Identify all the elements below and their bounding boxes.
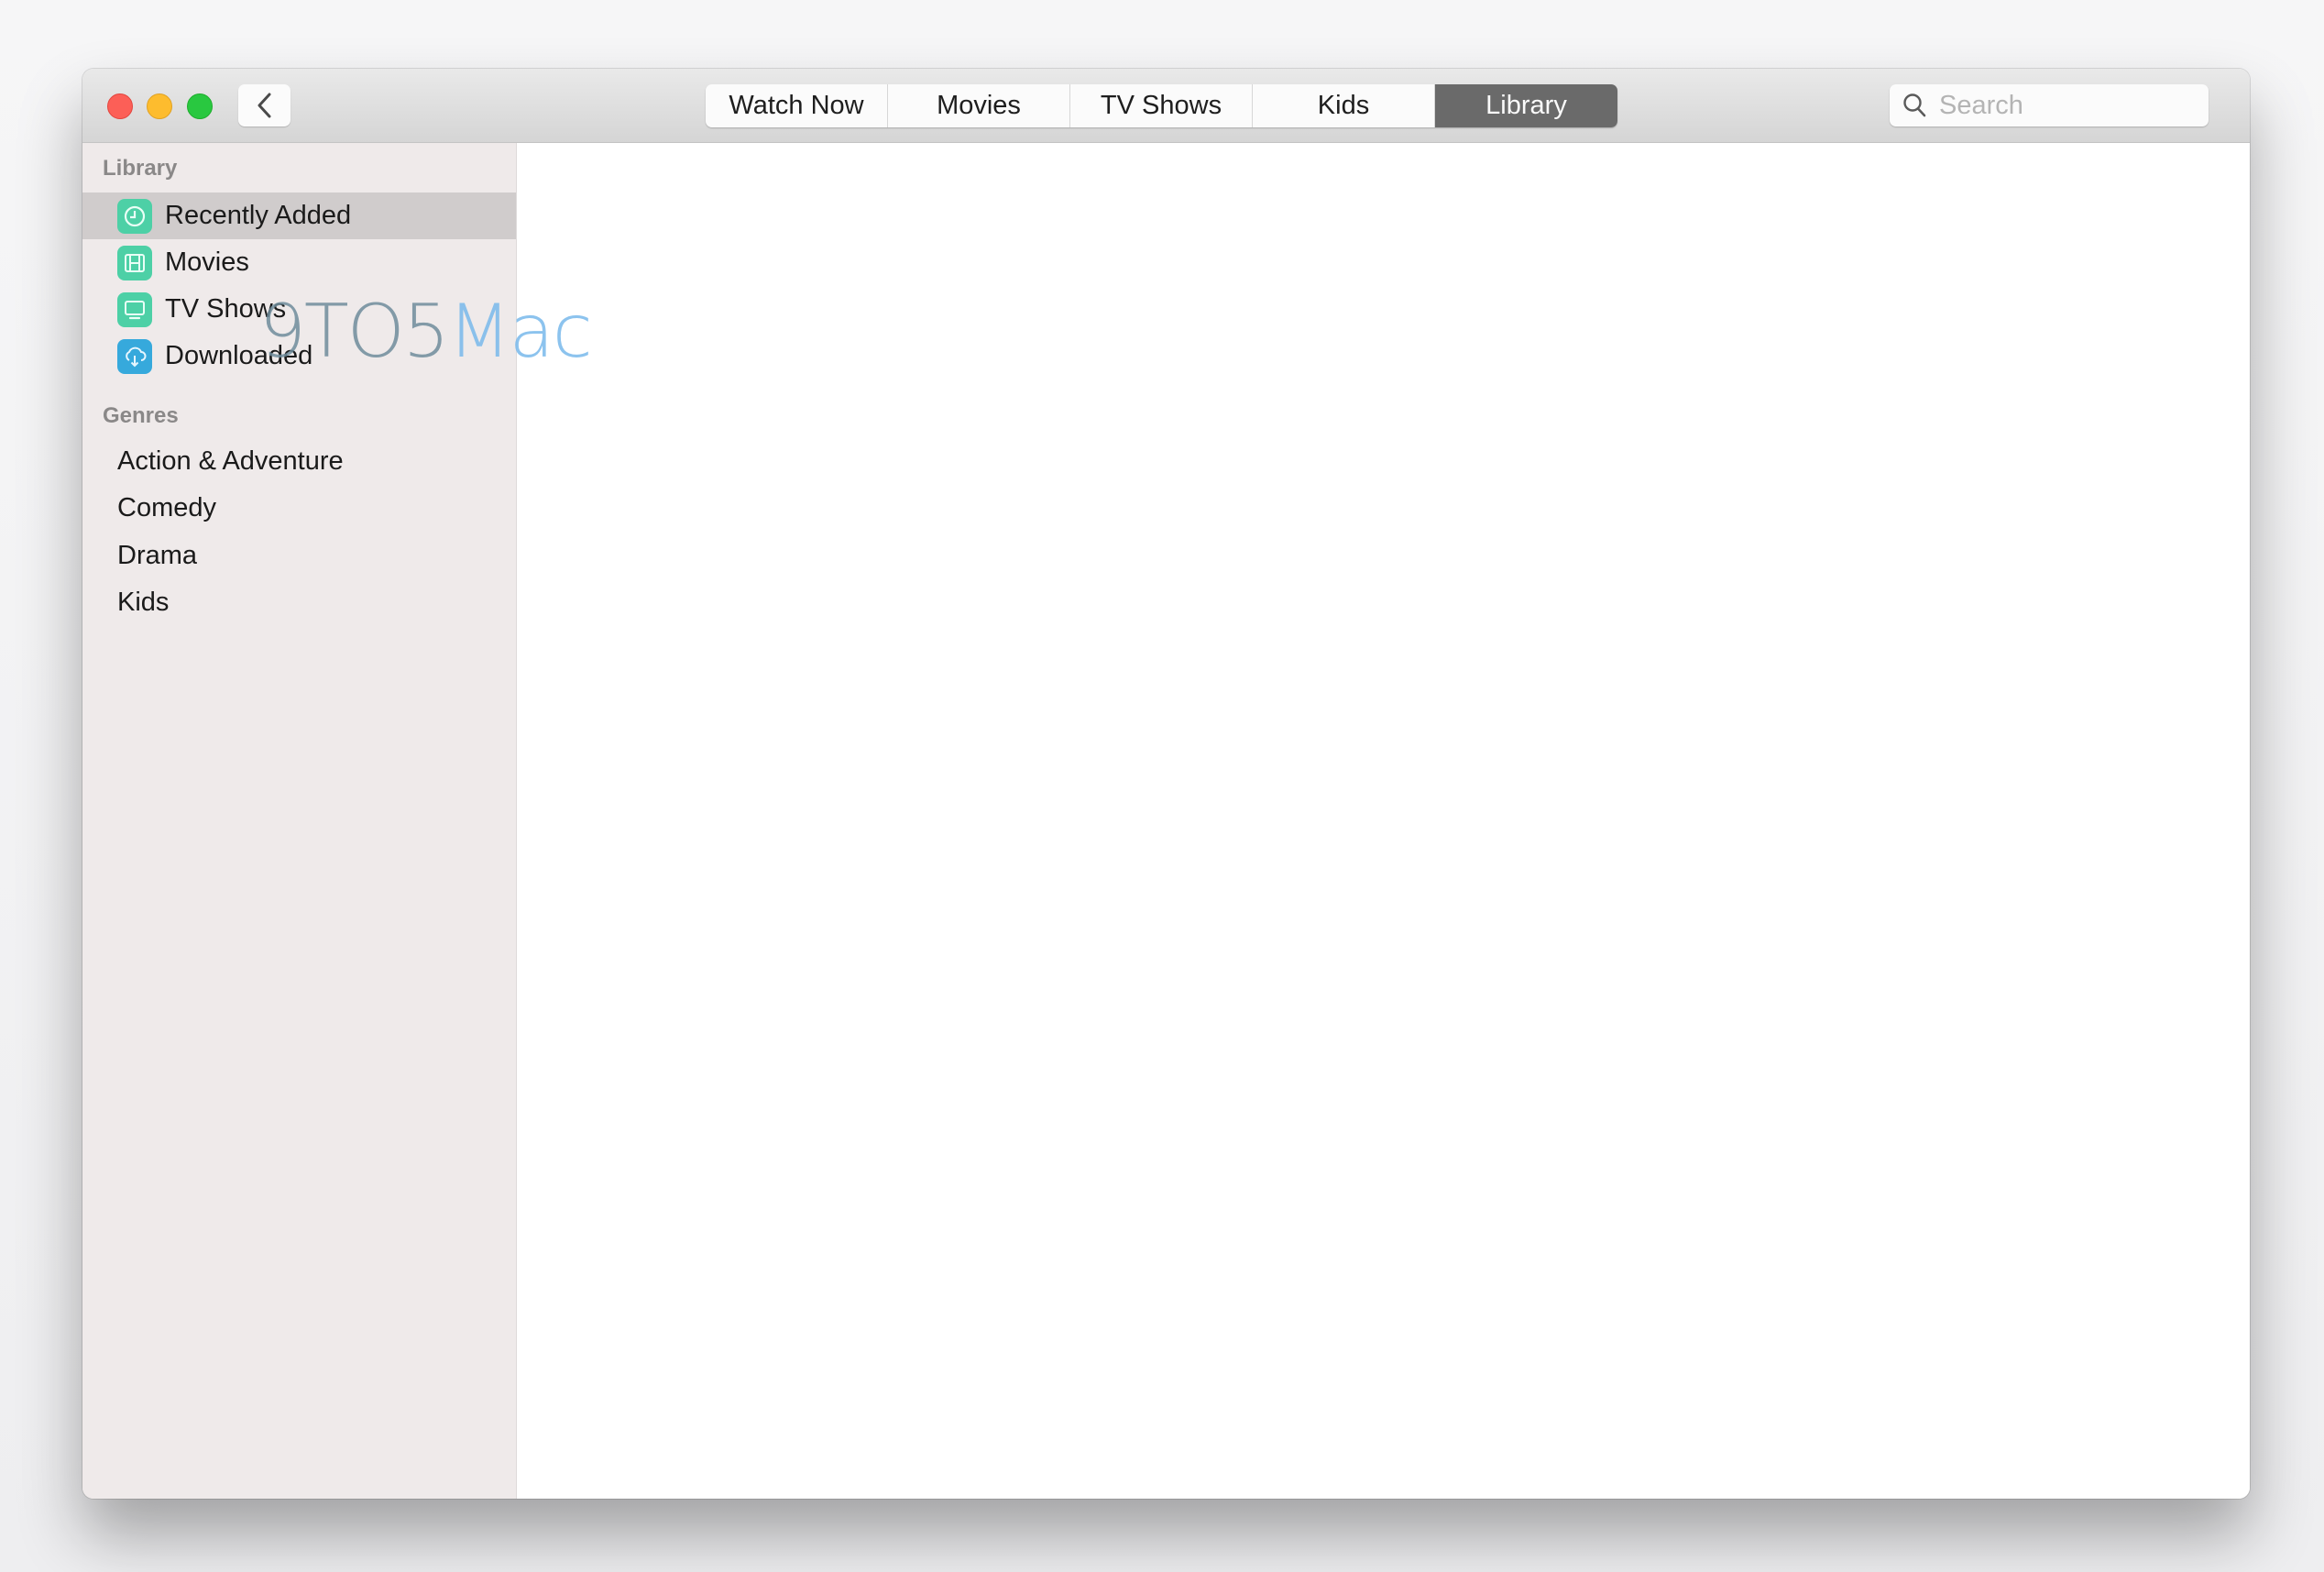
close-button[interactable] — [107, 93, 133, 119]
sidebar: Library Recently Added Movies TV Shows D… — [82, 143, 517, 1499]
tab-movies[interactable]: Movies — [888, 84, 1070, 127]
back-button[interactable] — [238, 84, 290, 126]
search-icon — [1903, 93, 1926, 117]
genre-item-comedy[interactable]: Comedy — [117, 485, 216, 532]
search-field[interactable] — [1890, 84, 2209, 126]
sidebar-item-label: Movies — [165, 247, 249, 277]
film-icon — [117, 245, 152, 280]
tab-tv-shows[interactable]: TV Shows — [1070, 84, 1253, 127]
sidebar-item-downloaded[interactable]: Downloaded — [82, 333, 516, 379]
maximize-button[interactable] — [187, 93, 213, 119]
genres-section-header: Genres — [103, 403, 179, 428]
sidebar-item-label: TV Shows — [165, 294, 287, 324]
tab-library[interactable]: Library — [1435, 84, 1617, 127]
library-section-header: Library — [103, 156, 178, 181]
segmented-tabs: Watch Now Movies TV Shows Kids Library — [706, 84, 1617, 127]
genre-item-drama[interactable]: Drama — [117, 533, 197, 579]
tab-kids[interactable]: Kids — [1253, 84, 1435, 127]
tv-app-window: Watch Now Movies TV Shows Kids Library L… — [82, 69, 2250, 1499]
sidebar-item-movies[interactable]: Movies — [82, 239, 516, 286]
clock-icon — [117, 198, 152, 234]
chevron-left-icon — [258, 93, 270, 118]
tab-watch-now[interactable]: Watch Now — [706, 84, 888, 127]
sidebar-item-recently-added[interactable]: Recently Added — [82, 192, 516, 239]
search-input[interactable] — [1937, 89, 2198, 122]
sidebar-item-tv-shows[interactable]: TV Shows — [82, 286, 516, 333]
cloud-download-icon — [117, 338, 152, 374]
tv-icon — [117, 291, 152, 327]
genre-item-action-adventure[interactable]: Action & Adventure — [117, 438, 344, 485]
sidebar-item-label: Recently Added — [165, 201, 352, 230]
title-bar: Watch Now Movies TV Shows Kids Library — [82, 69, 2250, 143]
main-content — [517, 143, 2250, 1499]
minimize-button[interactable] — [147, 93, 172, 119]
genre-item-kids[interactable]: Kids — [117, 579, 169, 626]
sidebar-item-label: Downloaded — [165, 341, 313, 370]
